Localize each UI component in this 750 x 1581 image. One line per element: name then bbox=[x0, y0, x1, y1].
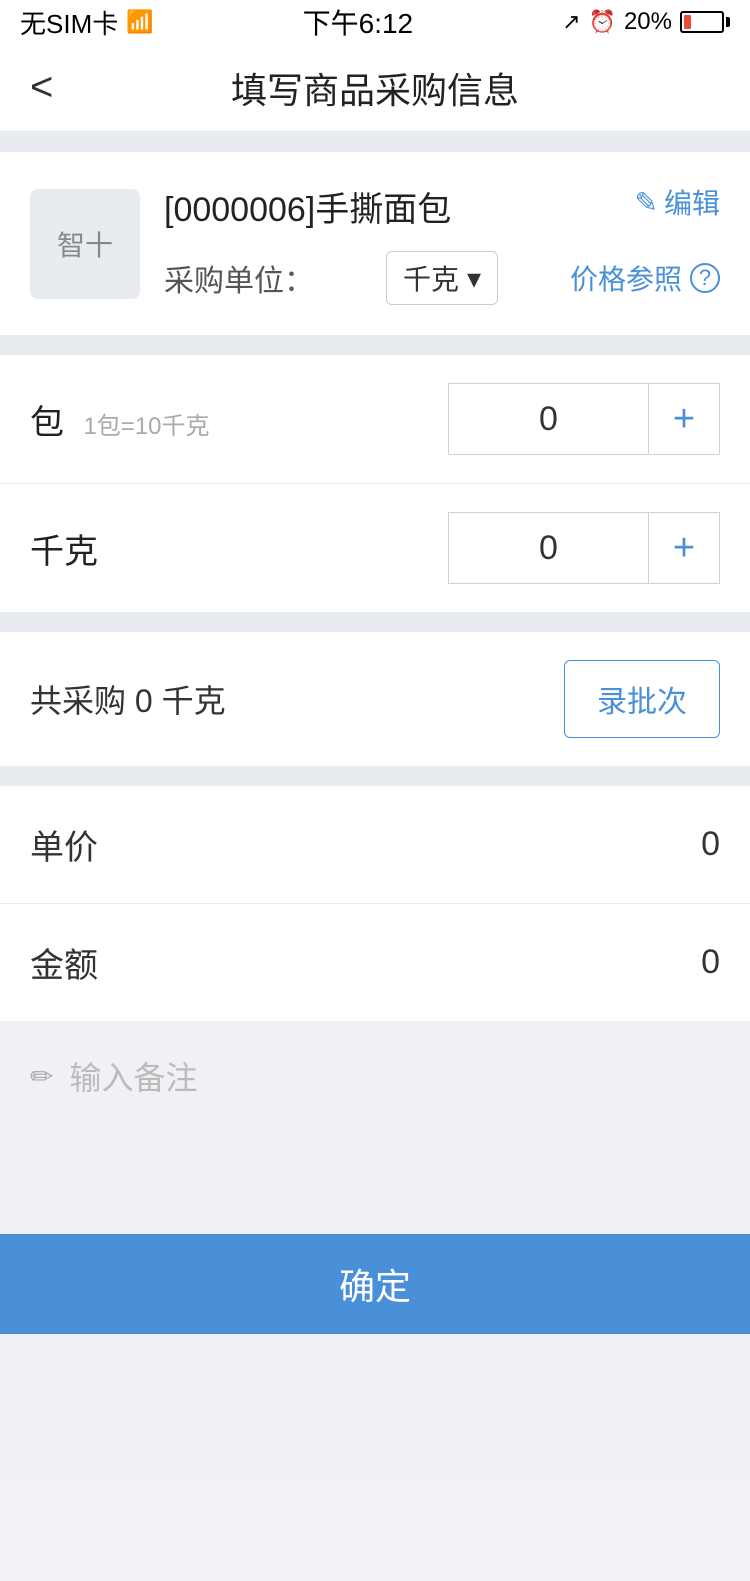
unit-row: 采购单位： 千克 ▾ 价格参照 ? bbox=[164, 251, 720, 305]
page-title: 填写商品采购信息 bbox=[231, 62, 519, 114]
main-content: 智十 [0000006]手撕面包 ✎ 编辑 采购单位： 千克 ▾ 价格参照 bbox=[0, 132, 750, 1581]
price-ref-button[interactable]: 价格参照 ? bbox=[570, 258, 720, 298]
quantity-input-bao[interactable] bbox=[448, 383, 648, 455]
price-value-total: 0 bbox=[701, 943, 720, 982]
remark-placeholder: 输入备注 bbox=[69, 1053, 197, 1099]
quantity-label-kg: 千克 bbox=[30, 524, 448, 573]
price-label-unit: 单价 bbox=[30, 820, 98, 869]
record-button[interactable]: 录批次 bbox=[564, 660, 720, 738]
price-row-total: 金额 0 bbox=[0, 904, 750, 1021]
quantity-input-kg[interactable] bbox=[448, 512, 648, 584]
dropdown-icon: ▾ bbox=[467, 262, 481, 295]
unit-label: 采购单位： bbox=[164, 256, 314, 300]
summary-divider-bottom bbox=[0, 766, 750, 786]
quantity-input-wrap-bao: + bbox=[448, 383, 720, 455]
alarm-icon: ⏰ bbox=[589, 9, 616, 35]
carrier-text: 无SIM卡 bbox=[20, 4, 118, 41]
price-section: 单价 0 金额 0 bbox=[0, 786, 750, 1021]
product-image-text: 智十 bbox=[57, 224, 113, 264]
quantity-section: 包 1包=10千克 + 千克 + bbox=[0, 355, 750, 612]
quantity-label-bao: 包 1包=10千克 bbox=[30, 395, 448, 444]
product-name-row: [0000006]手撕面包 ✎ 编辑 bbox=[164, 182, 720, 231]
middle-divider bbox=[0, 335, 750, 355]
battery-icon bbox=[680, 11, 730, 33]
status-right: ↗ ⏰ 20% bbox=[562, 8, 730, 36]
pencil-icon: ✏ bbox=[30, 1060, 53, 1093]
quantity-input-wrap-kg: + bbox=[448, 512, 720, 584]
price-value-unit: 0 bbox=[701, 825, 720, 864]
status-time: 下午6:12 bbox=[303, 2, 414, 42]
summary-text: 共采购 0 千克 bbox=[30, 676, 226, 722]
quantity-plus-bao[interactable]: + bbox=[648, 383, 720, 455]
product-image: 智十 bbox=[30, 189, 140, 299]
summary-row: 共采购 0 千克 录批次 bbox=[0, 632, 750, 766]
top-divider bbox=[0, 132, 750, 152]
product-info: [0000006]手撕面包 ✎ 编辑 采购单位： 千克 ▾ 价格参照 ? bbox=[164, 182, 720, 305]
location-icon: ↗ bbox=[562, 9, 580, 35]
edit-button[interactable]: ✎ 编辑 bbox=[635, 182, 720, 222]
wifi-icon: 📶 bbox=[126, 9, 153, 35]
quantity-row-bao: 包 1包=10千克 + bbox=[0, 355, 750, 484]
quantity-plus-kg[interactable]: + bbox=[648, 512, 720, 584]
confirm-button-text: 确定 bbox=[339, 1258, 411, 1310]
back-button[interactable]: < bbox=[30, 65, 53, 110]
quantity-row-kg: 千克 + bbox=[0, 484, 750, 612]
edit-icon: ✎ bbox=[635, 186, 658, 219]
price-label-total: 金额 bbox=[30, 938, 98, 987]
remark-section[interactable]: ✏ 输入备注 bbox=[0, 1021, 750, 1131]
product-name: [0000006]手撕面包 bbox=[164, 182, 451, 231]
price-ref-icon: ? bbox=[690, 263, 720, 293]
product-card: 智十 [0000006]手撕面包 ✎ 编辑 采购单位： 千克 ▾ 价格参照 bbox=[0, 152, 750, 335]
price-row-unit: 单价 0 bbox=[0, 786, 750, 904]
nav-bar: < 填写商品采购信息 bbox=[0, 44, 750, 132]
confirm-button[interactable]: 确定 bbox=[0, 1234, 750, 1334]
unit-select[interactable]: 千克 ▾ bbox=[386, 251, 498, 305]
battery-percent: 20% bbox=[624, 8, 672, 36]
status-left: 无SIM卡 📶 bbox=[20, 4, 154, 41]
status-bar: 无SIM卡 📶 下午6:12 ↗ ⏰ 20% bbox=[0, 0, 750, 44]
summary-divider-top bbox=[0, 612, 750, 632]
